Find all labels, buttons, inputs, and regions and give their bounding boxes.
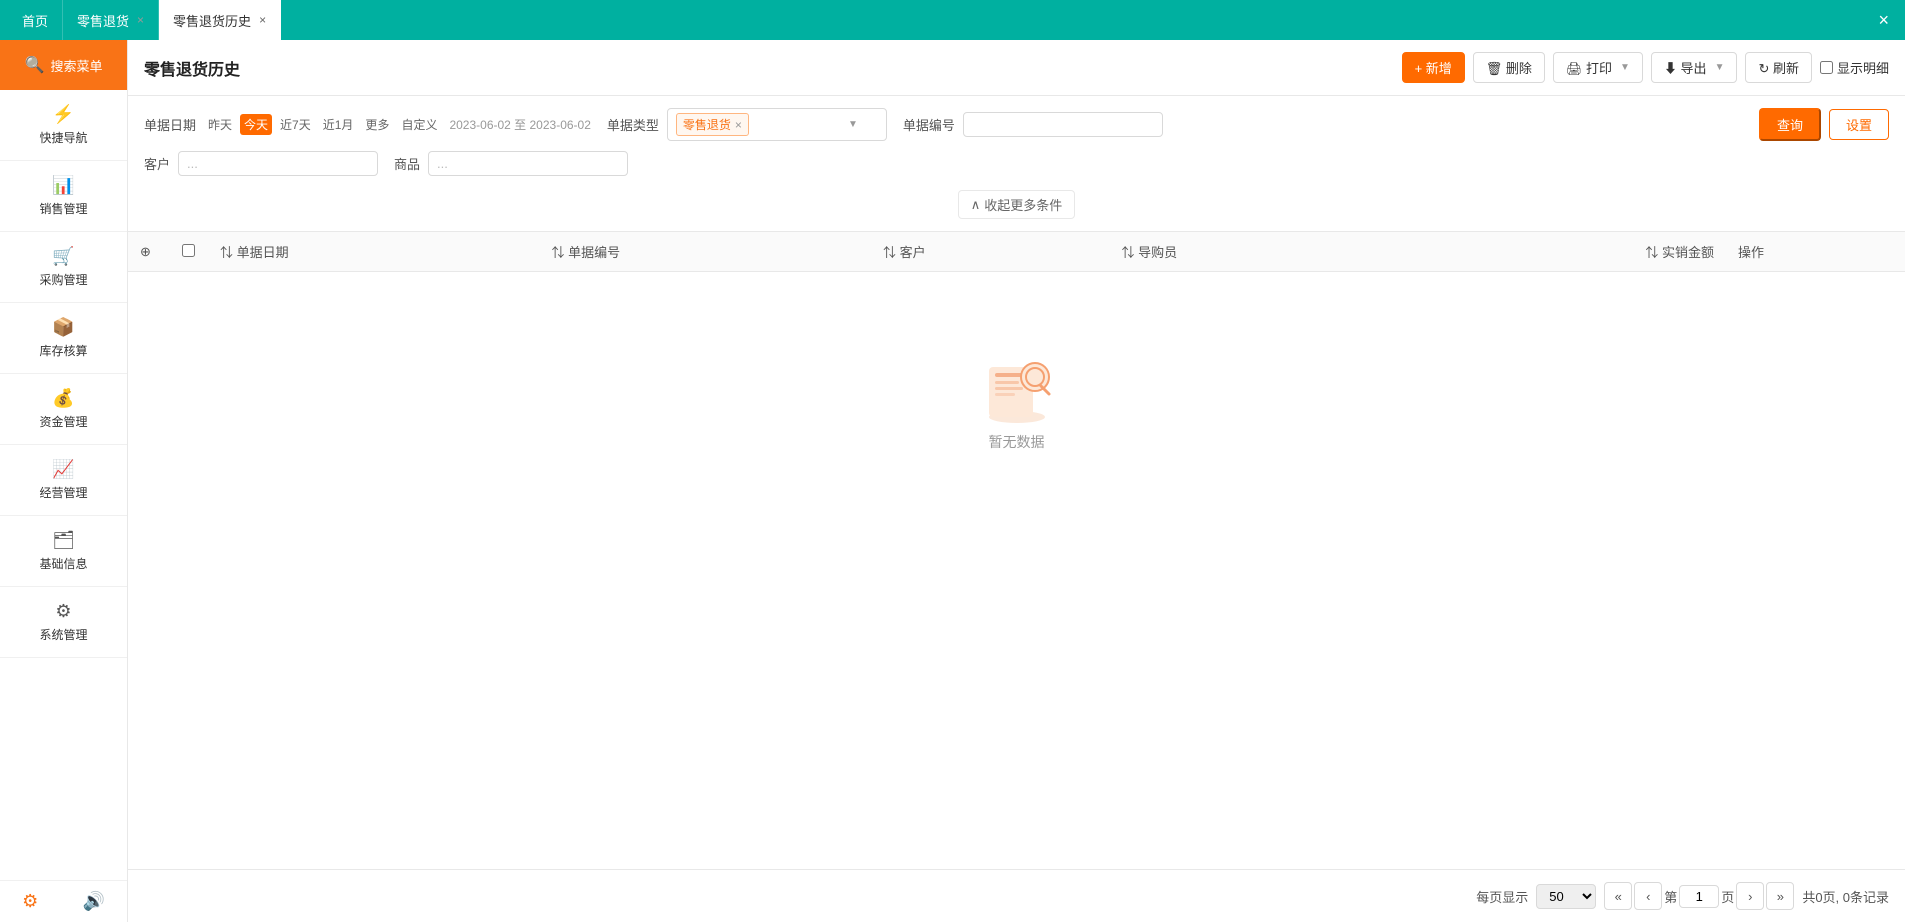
th-guide: ⇅ 导购员 [1110,232,1395,272]
last-page-button[interactable]: » [1766,882,1794,910]
filter-area: 单据日期 昨天 今天 近7天 近1月 更多 自定义 2023-06-02 至 2… [128,96,1905,232]
th-number: ⇅ 单据编号 [540,232,872,272]
more-shortcut[interactable]: 更多 [361,114,393,135]
customer-filter: 客户 ... [144,151,378,176]
date-range-display: 2023-06-02 至 2023-06-02 [449,116,590,133]
pagination: 每页显示 50 10 20 100 « ‹ 第 页 › » 共0页, 0条记录 [128,869,1905,922]
goods-select[interactable]: ... [428,151,628,176]
sidebar-search[interactable]: 🔍 搜索菜单 [0,40,127,90]
sidebar-item-basic-info[interactable]: 🗂 基础信息 [0,516,127,587]
refresh-button[interactable]: ↻ 刷新 [1745,52,1812,83]
page-size-select[interactable]: 50 10 20 100 [1536,884,1596,909]
finance-icon: 💰 [52,388,74,409]
collapse-filter-button[interactable]: ∧ 收起更多条件 [958,190,1076,219]
page-nav: « ‹ 第 页 › » [1604,882,1794,910]
sidebar-bottom: ⚙ 🔊 [0,880,127,922]
sales-icon: 📊 [52,175,74,196]
inventory-icon: 📦 [52,317,74,338]
close-window-button[interactable]: × [1878,10,1905,31]
export-button[interactable]: ⬇ 导出 ▼ [1651,52,1738,83]
query-button[interactable]: 查询 [1759,108,1821,141]
show-detail-checkbox-label[interactable]: 显示明细 [1820,58,1889,77]
empty-text: 暂无数据 [989,432,1045,452]
search-icon: 🔍 [25,55,45,75]
tab-home[interactable]: 首页 [8,0,63,40]
tab-retail-return-history[interactable]: 零售退货历史 × [159,0,281,40]
sidebar-item-business[interactable]: 📈 经营管理 [0,445,127,516]
7days-shortcut[interactable]: 近7天 [276,114,315,135]
empty-state: 暂无数据 [128,272,1905,512]
sidebar-item-quick-nav[interactable]: ⚡ 快捷导航 [0,90,127,161]
goods-filter: 商品 ... [394,151,628,176]
main-layout: 🔍 搜索菜单 ⚡ 快捷导航 📊 销售管理 🛒 采购管理 📦 库存核算 💰 资金管… [0,40,1905,922]
header-actions: + 新增 🗑 删除 🖨 打印 ▼ ⬇ 导出 ▼ ↻ 刷新 显示明细 [1402,52,1889,95]
volume-icon[interactable]: 🔊 [82,891,104,912]
delete-button[interactable]: 🗑 删除 [1473,52,1545,83]
voucher-type-tag-close[interactable]: × [735,118,742,132]
sidebar-item-system[interactable]: ⚙ 系统管理 [0,587,127,658]
yesterday-shortcut[interactable]: 昨天 [204,114,236,135]
filter-row-1: 单据日期 昨天 今天 近7天 近1月 更多 自定义 2023-06-02 至 2… [144,108,1889,141]
show-detail-checkbox[interactable] [1820,61,1833,74]
th-date: ⇅ 单据日期 [208,232,540,272]
select-all-checkbox[interactable] [182,244,195,257]
chevron-up-icon: ∧ [971,197,981,213]
column-settings-icon[interactable]: ⊕ [140,244,151,259]
next-page-button[interactable]: › [1736,882,1764,910]
topbar: 首页 零售退货 × 零售退货历史 × × [0,0,1905,40]
content-area: 零售退货历史 + 新增 🗑 删除 🖨 打印 ▼ ⬇ 导出 ▼ ↻ 刷新 显示明细 [128,40,1905,922]
total-records: 共0页, 0条记录 [1802,887,1889,906]
voucher-type-select[interactable]: 零售退货 × ▼ [667,108,887,141]
sidebar: 🔍 搜索菜单 ⚡ 快捷导航 📊 销售管理 🛒 采购管理 📦 库存核算 💰 资金管… [0,40,128,922]
voucher-number-input[interactable] [963,112,1163,137]
add-button[interactable]: + 新增 [1402,52,1465,83]
date-shortcuts: 昨天 今天 近7天 近1月 更多 自定义 [204,114,441,135]
th-action: 操作 [1726,232,1905,272]
filter-row-2: 客户 ... 商品 ... [144,151,1889,176]
sidebar-item-finance[interactable]: 💰 资金管理 [0,374,127,445]
custom-shortcut[interactable]: 自定义 [397,114,441,135]
table-header-row: ⊕ ⇅ 单据日期 ⇅ 单据编号 [128,232,1905,272]
voucher-number-filter: 单据编号 [903,112,1163,137]
purchase-icon: 🛒 [52,246,74,267]
date-filter: 单据日期 昨天 今天 近7天 近1月 更多 自定义 2023-06-02 至 2… [144,114,591,135]
sidebar-item-inventory[interactable]: 📦 库存核算 [0,303,127,374]
business-icon: 📈 [52,459,74,480]
data-table: ⊕ ⇅ 单据日期 ⇅ 单据编号 [128,232,1905,272]
page-number-input[interactable] [1679,885,1719,908]
th-customer: ⇅ 客户 [871,232,1109,272]
settings-button[interactable]: 设置 [1829,109,1889,140]
voucher-type-filter: 单据类型 零售退货 × ▼ [607,108,887,141]
page-title: 零售退货历史 [144,56,240,92]
first-page-button[interactable]: « [1604,882,1632,910]
close-tab-retail-return[interactable]: × [137,13,144,27]
close-tab-retail-return-history[interactable]: × [259,13,266,27]
export-dropdown-icon: ▼ [1715,62,1725,73]
settings-icon[interactable]: ⚙ [22,891,38,912]
tab-retail-return[interactable]: 零售退货 × [63,0,159,40]
system-icon: ⚙ [55,601,71,622]
voucher-type-tag: 零售退货 × [676,113,749,136]
th-checkbox[interactable] [168,232,208,272]
voucher-type-dropdown-icon: ▼ [848,119,858,130]
page-header: 零售退货历史 + 新增 🗑 删除 🖨 打印 ▼ ⬇ 导出 ▼ ↻ 刷新 显示明细 [128,40,1905,96]
empty-illustration [967,332,1067,432]
1month-shortcut[interactable]: 近1月 [319,114,358,135]
print-dropdown-icon: ▼ [1620,62,1630,73]
th-amount: ⇅ 实销金额 [1395,232,1727,272]
today-shortcut[interactable]: 今天 [240,114,272,135]
sidebar-item-purchase[interactable]: 🛒 采购管理 [0,232,127,303]
th-settings[interactable]: ⊕ [128,232,168,272]
prev-page-button[interactable]: ‹ [1634,882,1662,910]
table-area: ⊕ ⇅ 单据日期 ⇅ 单据编号 [128,232,1905,922]
print-button[interactable]: 🖨 打印 ▼ [1553,52,1643,83]
sidebar-item-sales[interactable]: 📊 销售管理 [0,161,127,232]
quick-nav-icon: ⚡ [52,104,74,125]
basic-info-icon: 🗂 [52,530,75,551]
table-wrapper: ⊕ ⇅ 单据日期 ⇅ 单据编号 [128,232,1905,869]
customer-select[interactable]: ... [178,151,378,176]
